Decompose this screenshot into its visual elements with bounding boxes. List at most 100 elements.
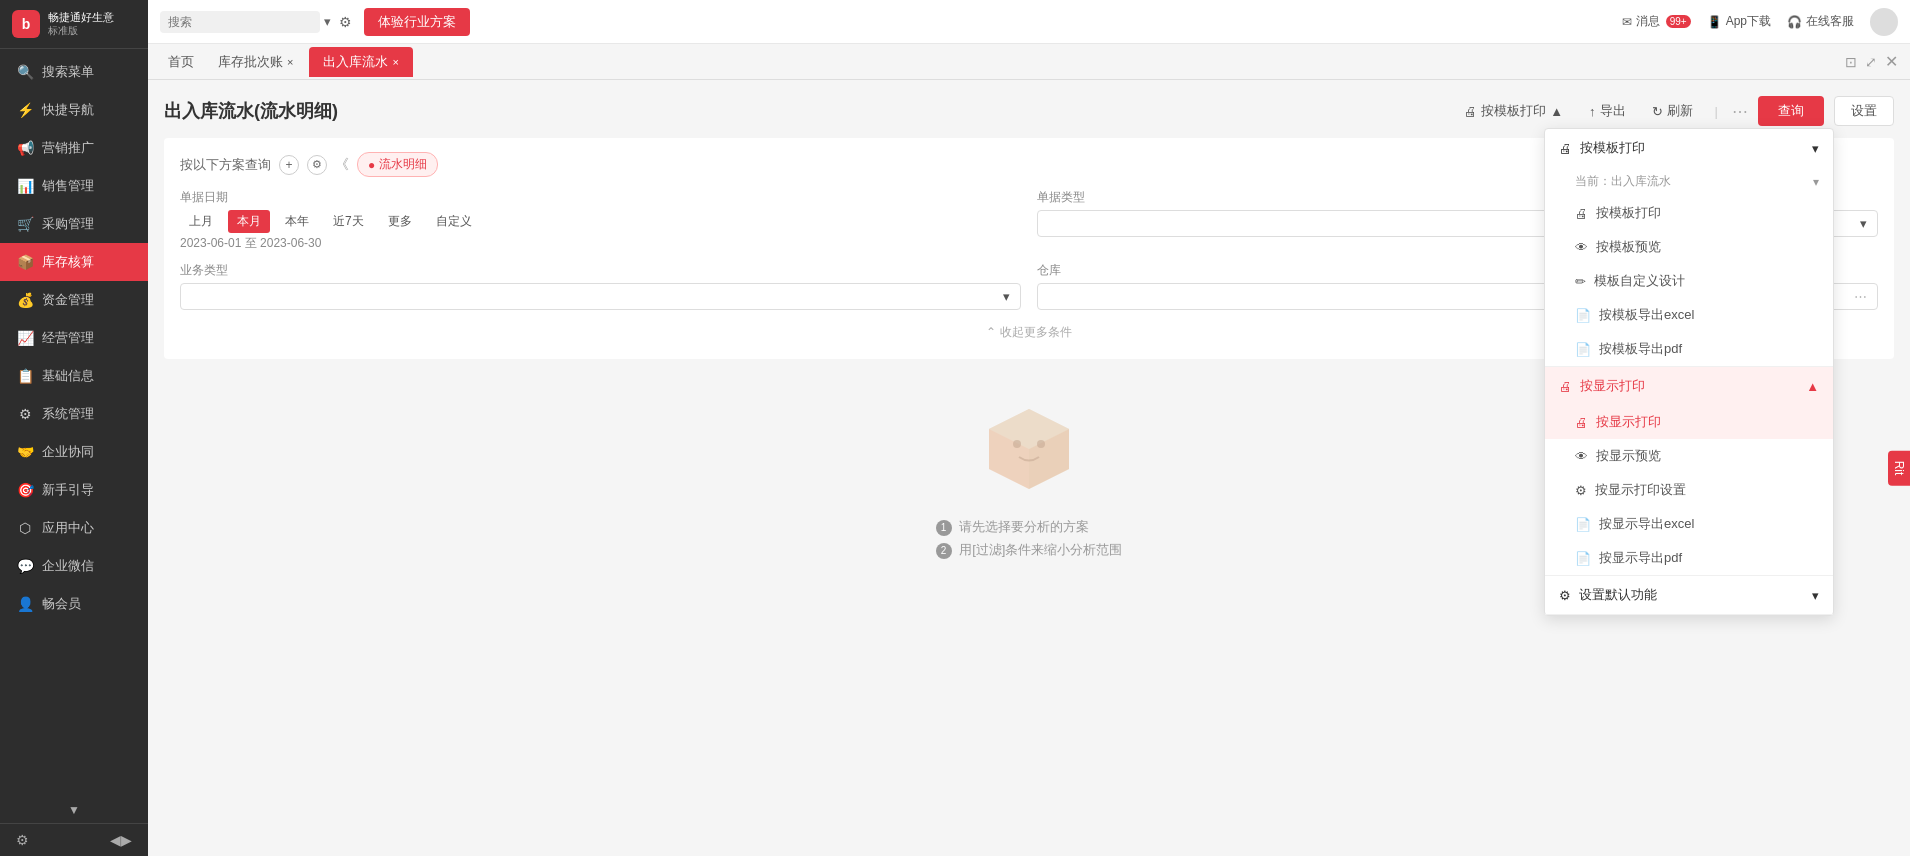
- refresh-button[interactable]: ↻ 刷新: [1644, 98, 1701, 124]
- date-quick-options: 上月 本月 本年 近7天 更多 自定义: [180, 210, 1021, 233]
- sidebar-nav: 🔍搜索菜单⚡快捷导航 📢 营销推广 📊 销售管理 🛒采购管理📦库存核算 💰 资金管理 📈经营管理…: [0, 49, 148, 797]
- sidebar-item-销售管理[interactable]: 📊 销售管理: [0, 167, 148, 205]
- template-design-item[interactable]: ✏ 模板自定义设计: [1545, 264, 1833, 298]
- export-icon: ↑: [1589, 104, 1596, 119]
- sidebar-settings-icon[interactable]: ⚙: [16, 832, 29, 848]
- display-print-section-header[interactable]: 🖨 按显示打印 ▲: [1545, 367, 1833, 405]
- active-filter-dot: ●: [368, 158, 375, 172]
- app-download-button[interactable]: 📱 App下载: [1707, 13, 1771, 30]
- message-button[interactable]: ✉ 消息 99+: [1622, 13, 1691, 30]
- date-this-month[interactable]: 本月: [228, 210, 270, 233]
- step-2-num: 2: [936, 543, 952, 559]
- sidebar-icon-3: 📊: [16, 178, 34, 194]
- filter-settings-button[interactable]: ⚙: [307, 155, 327, 175]
- right-floating-tab[interactable]: Rit: [1888, 451, 1910, 486]
- settings-button[interactable]: 设置: [1834, 96, 1894, 126]
- refresh-icon: ↻: [1652, 104, 1663, 119]
- topbar-gear-icon[interactable]: ⚙: [339, 14, 352, 30]
- template-print-section: 🖨 按模板打印 ▾ 当前：出入库流水 ▾ 🖨: [1545, 129, 1833, 367]
- date-range-text: 2023-06-01 至 2023-06-30: [180, 235, 1021, 252]
- sidebar-icon-0: 🔍: [16, 64, 34, 80]
- topbar: ▾ ⚙ 体验行业方案 ✉ 消息 99+ 📱 App下载 🎧 在线客服: [148, 0, 1910, 44]
- more-options-icon[interactable]: ⋯: [1732, 102, 1748, 121]
- sub-print-icon: 🖨: [1575, 206, 1588, 221]
- sidebar-label-9: 系统管理: [42, 405, 94, 423]
- tab-stock-flow[interactable]: 出入库流水 ×: [309, 47, 412, 77]
- tab-home[interactable]: 首页: [160, 47, 202, 77]
- template-export-excel-item[interactable]: 📄 按模板导出excel: [1545, 298, 1833, 332]
- display-print-settings-item[interactable]: ⚙ 按显示打印设置: [1545, 473, 1833, 507]
- sidebar-item-企业协同[interactable]: 🤝企业协同: [0, 433, 148, 471]
- display-export-excel-item[interactable]: 📄 按显示导出excel: [1545, 507, 1833, 541]
- sidebar-item-基础信息[interactable]: 📋基础信息: [0, 357, 148, 395]
- sidebar-label-12: 应用中心: [42, 519, 94, 537]
- sidebar-label-5: 库存核算: [42, 253, 94, 271]
- sidebar-collapse-icon[interactable]: ◀▶: [110, 832, 132, 848]
- date-custom[interactable]: 自定义: [427, 210, 481, 233]
- window-maximize-icon[interactable]: ⤢: [1865, 54, 1877, 70]
- sidebar-item-营销推广[interactable]: 📢 营销推广: [0, 129, 148, 167]
- sidebar-label-3: 销售管理: [42, 177, 94, 195]
- search-input[interactable]: [160, 11, 320, 33]
- template-preview-item[interactable]: 👁 按模板预览: [1545, 230, 1833, 264]
- sidebar-label-2: 营销推广: [42, 139, 94, 157]
- sidebar-item-系统管理[interactable]: ⚙系统管理: [0, 395, 148, 433]
- avatar[interactable]: [1870, 8, 1898, 36]
- template-print-header-icon: 🖨: [1559, 141, 1572, 156]
- sidebar-icon-13: 💬: [16, 558, 34, 574]
- sidebar-item-应用中心[interactable]: ⬡ 应用中心: [0, 509, 148, 547]
- display-print-item[interactable]: 🖨 按显示打印: [1545, 405, 1833, 439]
- logo-icon: b: [12, 10, 40, 38]
- biz-type-select[interactable]: ▾: [180, 283, 1021, 310]
- date-this-year[interactable]: 本年: [276, 210, 318, 233]
- filter-collapse-button[interactable]: 《: [335, 156, 349, 174]
- online-service-button[interactable]: 🎧 在线客服: [1787, 13, 1854, 30]
- sidebar-item-畅会员[interactable]: 👤畅会员: [0, 585, 148, 623]
- sidebar-item-快捷导航[interactable]: ⚡快捷导航: [0, 91, 148, 129]
- step-1-num: 1: [936, 520, 952, 536]
- window-restore-icon[interactable]: ⊡: [1845, 54, 1857, 70]
- sidebar-icon-10: 🤝: [16, 444, 34, 460]
- sidebar-icon-6: 💰: [16, 292, 34, 308]
- date-filter-field: 单据日期 上月 本月 本年 近7天 更多 自定义 2023-06-01 至 20…: [180, 189, 1021, 252]
- warehouse-more-icon[interactable]: ⋯: [1854, 289, 1867, 304]
- template-print-section-header[interactable]: 🖨 按模板打印 ▾: [1545, 129, 1833, 167]
- sidebar-icon-2: 📢: [16, 140, 34, 156]
- sidebar-item-搜索菜单[interactable]: 🔍搜索菜单: [0, 53, 148, 91]
- panel-close-icon[interactable]: ✕: [1885, 52, 1898, 71]
- sidebar-icon-7: 📈: [16, 330, 34, 346]
- sidebar-item-库存核算[interactable]: 📦库存核算: [0, 243, 148, 281]
- date-last-month[interactable]: 上月: [180, 210, 222, 233]
- sidebar-item-经营管理[interactable]: 📈经营管理: [0, 319, 148, 357]
- export-button[interactable]: ↑ 导出: [1581, 98, 1634, 124]
- biz-select-dropdown-icon: ▾: [1003, 289, 1010, 304]
- filter-add-button[interactable]: +: [279, 155, 299, 175]
- tab-inventory-batch[interactable]: 库存批次账 ×: [204, 47, 307, 77]
- template-print-button[interactable]: 🖨 按模板打印 ▲: [1456, 98, 1571, 124]
- display-preview-item[interactable]: 👁 按显示预览: [1545, 439, 1833, 473]
- query-button[interactable]: 查询: [1758, 96, 1824, 126]
- sidebar-item-采购管理[interactable]: 🛒采购管理: [0, 205, 148, 243]
- sidebar-item-新手引导[interactable]: 🎯新手引导: [0, 471, 148, 509]
- template-print-item[interactable]: 🖨 按模板打印: [1545, 196, 1833, 230]
- sidebar-item-资金管理[interactable]: 💰 资金管理: [0, 281, 148, 319]
- sidebar-item-企业微信[interactable]: 💬企业微信: [0, 547, 148, 585]
- sidebar-label-6: 资金管理: [42, 291, 94, 309]
- disp-settings-icon: ⚙: [1575, 483, 1587, 498]
- template-export-pdf-item[interactable]: 📄 按模板导出pdf: [1545, 332, 1833, 366]
- date-last-7-days[interactable]: 近7天: [324, 210, 373, 233]
- tab-stock-flow-close[interactable]: ×: [392, 56, 398, 68]
- default-settings-section-header[interactable]: ⚙ 设置默认功能 ▾: [1545, 576, 1833, 614]
- trial-button[interactable]: 体验行业方案: [364, 8, 470, 36]
- tab-inventory-batch-close[interactable]: ×: [287, 56, 293, 68]
- active-filter-tag[interactable]: ● 流水明细: [357, 152, 438, 177]
- display-export-pdf-item[interactable]: 📄 按显示导出pdf: [1545, 541, 1833, 575]
- date-more[interactable]: 更多: [379, 210, 421, 233]
- page: 出入库流水(流水明细) 🖨 按模板打印 ▲ ↑ 导出 ↻ 刷新: [148, 80, 1910, 856]
- section-collapse-icon: ▾: [1812, 141, 1819, 156]
- scroll-down-button[interactable]: ▼: [2, 799, 146, 821]
- search-dropdown-icon[interactable]: ▾: [324, 14, 331, 29]
- sidebar-icon-12: ⬡: [16, 520, 34, 536]
- online-service-icon: 🎧: [1787, 15, 1802, 29]
- sidebar-scroll-down[interactable]: ▼: [0, 797, 148, 823]
